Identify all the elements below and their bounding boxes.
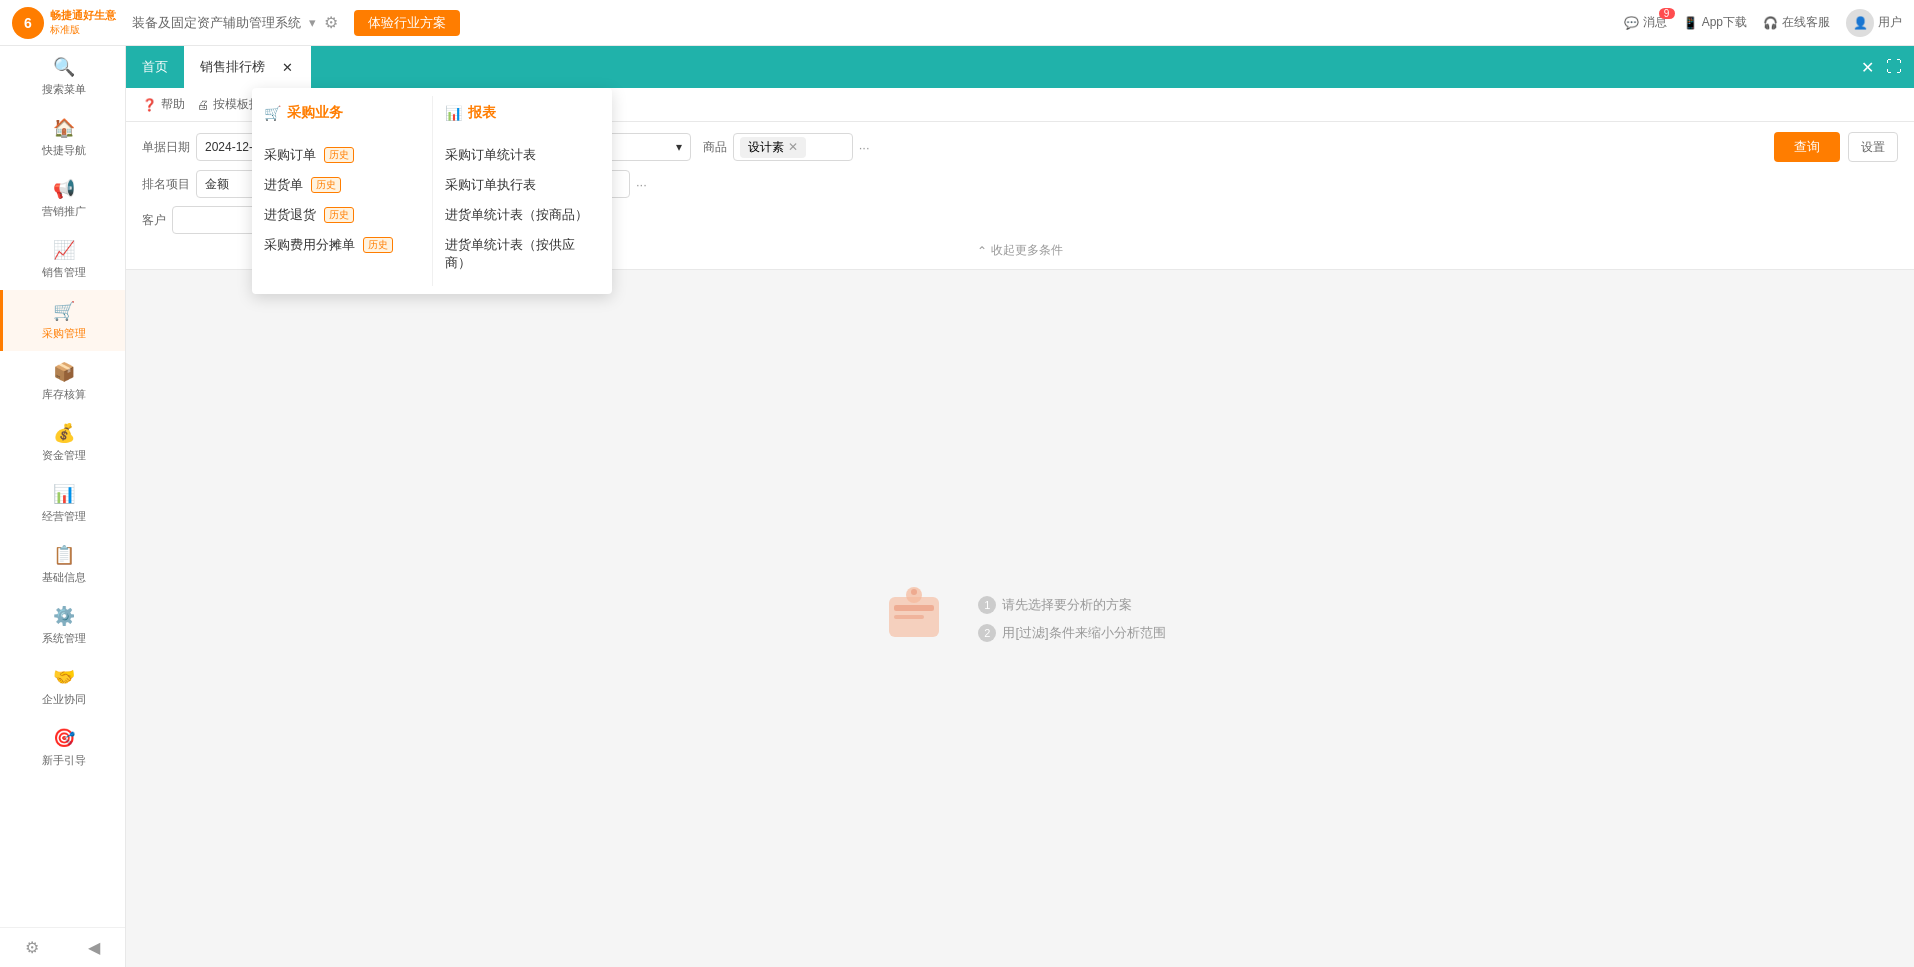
report-menu-item-1[interactable]: 采购订单执行表 <box>445 170 601 200</box>
dropdown-menu: 🛒 采购业务 采购订单历史进货单历史进货退货历史采购费用分摊单历史 📊 报表 采… <box>252 88 612 294</box>
status-dropdown-arrow: ▾ <box>676 140 682 154</box>
purchase-icon: 🛒 <box>264 105 281 121</box>
system-title: 装备及固定资产辅助管理系统 ▾ ⚙ 体验行业方案 <box>132 10 1624 36</box>
trial-button[interactable]: 体验行业方案 <box>354 10 460 36</box>
sidebar-settings-button[interactable]: ⚙ <box>25 938 39 957</box>
tab-close-all-button[interactable]: ✕ <box>1857 54 1878 81</box>
content-area: 首页 销售排行榜 ✕ ✕ ⛶ ❓ 帮助 🖨 按模板 <box>126 46 1914 967</box>
salesman-more-button[interactable]: ··· <box>636 177 647 192</box>
settings-icon[interactable]: ⚙ <box>324 13 338 32</box>
empty-tips: 1 请先选择要分析的方案 2 用[过滤]条件来缩小分析范围 <box>978 596 1165 642</box>
help-button[interactable]: ❓ 帮助 <box>142 96 185 113</box>
logo-area: 6 畅捷通好生意 标准版 <box>12 7 116 39</box>
svg-point-6 <box>911 589 917 595</box>
empty-state: 1 请先选择要分析的方案 2 用[过滤]条件来缩小分析范围 <box>874 577 1165 660</box>
headset-icon: 🎧 <box>1763 16 1778 30</box>
sidebar-item-5[interactable]: 📦库存核算 <box>0 351 125 412</box>
purchase-menu-item-3[interactable]: 采购费用分摊单历史 <box>264 230 420 260</box>
report-menu-title: 📊 报表 <box>445 104 601 128</box>
message-icon: 💬 <box>1624 16 1639 30</box>
phone-icon: 📱 <box>1683 16 1698 30</box>
tab-bar-right: ✕ ⛶ <box>1857 54 1914 81</box>
setting-button[interactable]: 设置 <box>1848 132 1898 162</box>
logo-icon: 6 <box>12 7 44 39</box>
dropdown-menu-overlay: 🛒 采购业务 采购订单历史进货单历史进货退货历史采购费用分摊单历史 📊 报表 采… <box>252 88 612 294</box>
sidebar-item-7[interactable]: 📊经营管理 <box>0 473 125 534</box>
sidebar-item-0[interactable]: 🔍搜索菜单 <box>0 46 125 107</box>
sidebar-collapse-button[interactable]: ◀ <box>88 938 100 957</box>
collapse-button[interactable]: ⌃ 收起更多条件 <box>977 242 1063 259</box>
sidebar-item-3[interactable]: 📈销售管理 <box>0 229 125 290</box>
report-menu-item-0[interactable]: 采购订单统计表 <box>445 140 601 170</box>
sidebar-item-8[interactable]: 📋基础信息 <box>0 534 125 595</box>
tab-close-button[interactable]: ✕ <box>279 59 295 75</box>
sidebar: 🔍搜索菜单🏠快捷导航📢营销推广📈销售管理🛒采购管理📦库存核算💰资金管理📊经营管理… <box>0 46 126 967</box>
sidebar-item-9[interactable]: ⚙️系统管理 <box>0 595 125 656</box>
sales-ranking-tab-label: 销售排行榜 <box>200 58 265 76</box>
goods-tag: 设计素 ✕ <box>740 137 806 158</box>
top-right: 💬 消息 9 📱 App下载 🎧 在线客服 👤 用户 <box>1624 9 1902 37</box>
sidebar-item-6[interactable]: 💰资金管理 <box>0 412 125 473</box>
goods-more-button[interactable]: ··· <box>859 140 870 155</box>
help-icon: ❓ <box>142 98 157 112</box>
tab-sales-ranking[interactable]: 销售排行榜 ✕ <box>184 46 311 88</box>
empty-tip-2: 2 用[过滤]条件来缩小分析范围 <box>978 624 1165 642</box>
purchase-menu-item-1[interactable]: 进货单历史 <box>264 170 420 200</box>
main-content: 1 请先选择要分析的方案 2 用[过滤]条件来缩小分析范围 <box>126 270 1914 967</box>
user-menu-button[interactable]: 👤 用户 <box>1846 9 1902 37</box>
report-icon: 📊 <box>445 105 462 121</box>
tab-home[interactable]: 首页 <box>126 46 184 88</box>
collapse-up-icon: ⌃ <box>977 244 987 258</box>
sidebar-footer: ⚙ ◀ <box>0 927 125 967</box>
print-icon: 🖨 <box>197 98 209 112</box>
avatar: 👤 <box>1846 9 1874 37</box>
goods-input-area[interactable]: 设计素 ✕ <box>733 133 853 161</box>
goods-filter: 商品 设计素 ✕ ··· <box>703 133 870 161</box>
sidebar-item-1[interactable]: 🏠快捷导航 <box>0 107 125 168</box>
purchase-menu-column: 🛒 采购业务 采购订单历史进货单历史进货退货历史采购费用分摊单历史 <box>252 96 432 286</box>
messages-button[interactable]: 💬 消息 9 <box>1624 14 1667 31</box>
tab-bar: 首页 销售排行榜 ✕ ✕ ⛶ <box>126 46 1914 88</box>
sidebar-item-10[interactable]: 🤝企业协同 <box>0 656 125 717</box>
svg-text:6: 6 <box>24 15 32 31</box>
purchase-menu-title: 🛒 采购业务 <box>264 104 420 128</box>
empty-tip-1: 1 请先选择要分析的方案 <box>978 596 1165 614</box>
system-dropdown-arrow[interactable]: ▾ <box>309 15 316 30</box>
sidebar-item-4[interactable]: 🛒采购管理 <box>0 290 125 351</box>
sidebar-item-2[interactable]: 📢营销推广 <box>0 168 125 229</box>
goods-tag-remove[interactable]: ✕ <box>788 140 798 154</box>
home-tab-label: 首页 <box>142 58 168 76</box>
report-menu-item-2[interactable]: 进货单统计表（按商品） <box>445 200 601 230</box>
top-bar: 6 畅捷通好生意 标准版 装备及固定资产辅助管理系统 ▾ ⚙ 体验行业方案 💬 … <box>0 0 1914 46</box>
report-menu-column: 📊 报表 采购订单统计表采购订单执行表进货单统计表（按商品）进货单统计表（按供应… <box>432 96 613 286</box>
query-button[interactable]: 查询 <box>1774 132 1840 162</box>
online-service-button[interactable]: 🎧 在线客服 <box>1763 14 1830 31</box>
purchase-menu-item-2[interactable]: 进货退货历史 <box>264 200 420 230</box>
report-menu-item-3[interactable]: 进货单统计表（按供应商） <box>445 230 601 278</box>
purchase-menu-item-0[interactable]: 采购订单历史 <box>264 140 420 170</box>
logo-text: 畅捷通好生意 标准版 <box>50 8 116 37</box>
app-download-button[interactable]: 📱 App下载 <box>1683 14 1747 31</box>
sidebar-item-11[interactable]: 🎯新手引导 <box>0 717 125 778</box>
tab-maximize-button[interactable]: ⛶ <box>1882 54 1906 80</box>
svg-rect-4 <box>894 615 924 619</box>
empty-illustration <box>874 577 954 660</box>
svg-rect-3 <box>894 605 934 611</box>
